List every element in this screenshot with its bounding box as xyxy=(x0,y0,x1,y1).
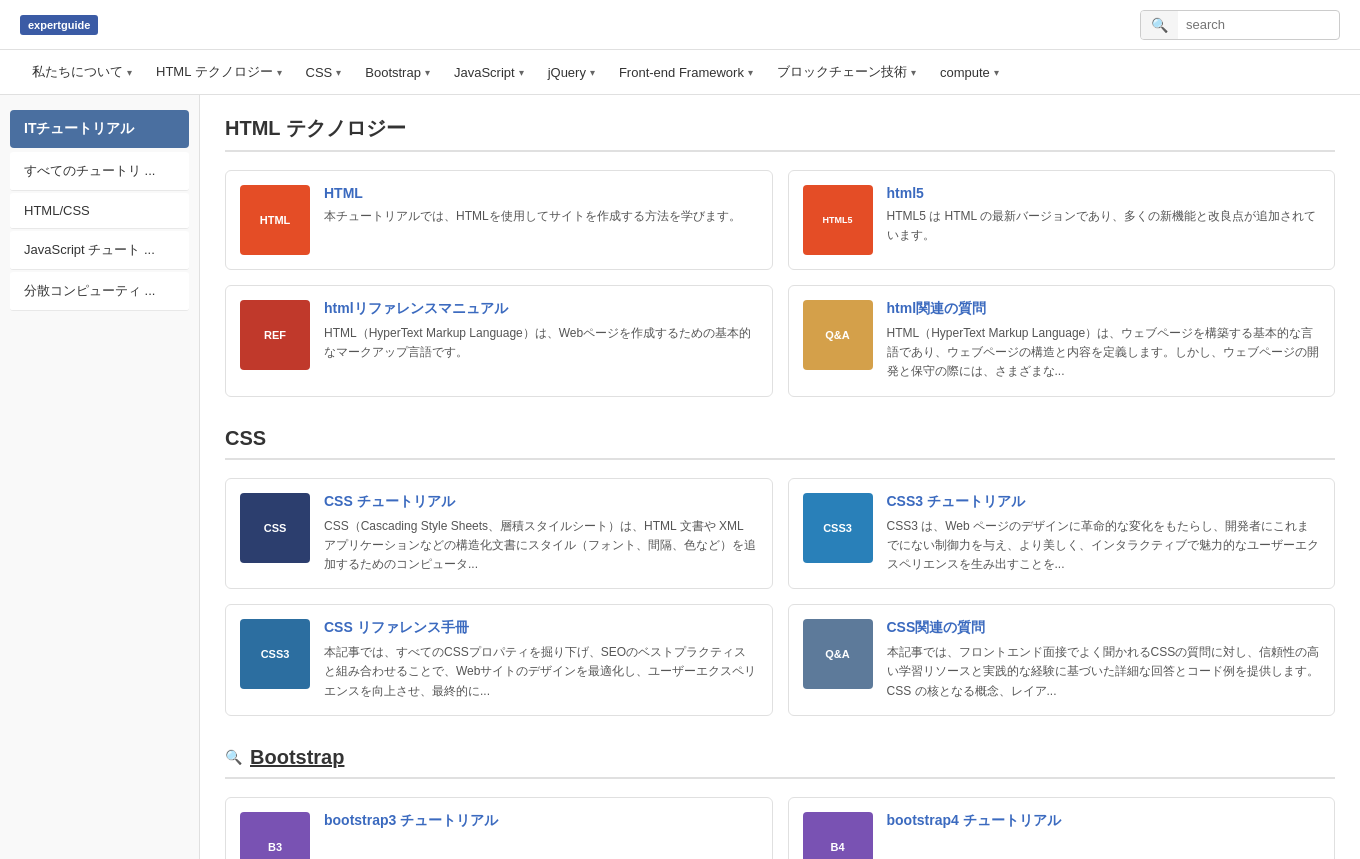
htmlref-card-desc: HTML（HyperText Markup Language）は、Webページを… xyxy=(324,324,758,362)
chevron-down-icon: ▾ xyxy=(425,67,430,78)
bootstrap4-card[interactable]: B4 bootstrap4 チュートリアル xyxy=(788,797,1336,859)
main-nav: 私たちについて ▾ HTML テクノロジー ▾ CSS ▾ Bootstrap … xyxy=(0,50,1360,95)
nav-item-javascript[interactable]: JavaScript ▾ xyxy=(442,50,536,94)
css-cards-grid: CSS CSS チュートリアル CSS（Cascading Style Shee… xyxy=(225,478,1335,716)
page-layout: ITチュートリアル すべてのチュートリ ... HTML/CSS JavaScr… xyxy=(0,95,1360,859)
chevron-down-icon: ▾ xyxy=(994,67,999,78)
sidebar-item-distributed[interactable]: 分散コンピューティ ... xyxy=(10,272,189,311)
html-card-desc: 本チュートリアルでは、HTMLを使用してサイトを作成する方法を学びます。 xyxy=(324,207,758,226)
search-icon: 🔍 xyxy=(225,749,242,765)
sidebar: ITチュートリアル すべてのチュートリ ... HTML/CSS JavaScr… xyxy=(0,95,200,859)
nav-item-compute[interactable]: compute ▾ xyxy=(928,50,1011,94)
sidebar-item-javascript[interactable]: JavaScript チュート ... xyxy=(10,231,189,270)
section-title-html: HTML テクノロジー xyxy=(225,115,1335,152)
sidebar-item-htmlcss[interactable]: HTML/CSS xyxy=(10,193,189,229)
cssqa-card-content: CSS関連の質問 本記事では、フロントエンド面接でよく聞かれるCSSの質問に対し… xyxy=(887,619,1321,701)
cssref-card-content: CSS リファレンス手冊 本記事では、すべてのCSSプロパティを掘り下げ、SEO… xyxy=(324,619,758,701)
nav-item-jquery[interactable]: jQuery ▾ xyxy=(536,50,607,94)
search-button[interactable]: 🔍 xyxy=(1141,11,1178,39)
css3-thumbnail: CSS3 xyxy=(803,493,873,563)
html-card-title: HTML xyxy=(324,185,758,201)
cssref-card-desc: 本記事では、すべてのCSSプロパティを掘り下げ、SEOのベストプラクティスと組み… xyxy=(324,643,758,701)
nav-item-bootstrap[interactable]: Bootstrap ▾ xyxy=(353,50,442,94)
cssqa-card-title: CSS関連の質問 xyxy=(887,619,1321,637)
html-section: HTML テクノロジー HTML HTML 本チュートリアルでは、HTMLを使用… xyxy=(225,115,1335,397)
bootstrap-cards-grid: B3 bootstrap3 チュートリアル B4 bootstrap4 チュート… xyxy=(225,797,1335,859)
css-thumbnail: CSS xyxy=(240,493,310,563)
search-input[interactable] xyxy=(1178,11,1328,38)
bootstrap3-card-title: bootstrap3 チュートリアル xyxy=(324,812,758,830)
html-card[interactable]: HTML HTML 本チュートリアルでは、HTMLを使用してサイトを作成する方法… xyxy=(225,170,773,270)
html5-card-title: html5 xyxy=(887,185,1321,201)
nav-item-html[interactable]: HTML テクノロジー ▾ xyxy=(144,50,294,94)
cssref-thumbnail: CSS3 xyxy=(240,619,310,689)
chevron-down-icon: ▾ xyxy=(748,67,753,78)
bootstrap3-card[interactable]: B3 bootstrap3 チュートリアル xyxy=(225,797,773,859)
chevron-down-icon: ▾ xyxy=(519,67,524,78)
search-box: 🔍 xyxy=(1140,10,1340,40)
nav-item-blockchain[interactable]: ブロックチェーン技術 ▾ xyxy=(765,50,928,94)
css-card-desc: CSS（Cascading Style Sheets、層積スタイルシート）は、H… xyxy=(324,517,758,575)
cssref-card-title: CSS リファレンス手冊 xyxy=(324,619,758,637)
css3-card-title: CSS3 チュートリアル xyxy=(887,493,1321,511)
chevron-down-icon: ▾ xyxy=(911,67,916,78)
cssqa-card-desc: 本記事では、フロントエンド面接でよく聞かれるCSSの質問に対し、信頼性の高い学習… xyxy=(887,643,1321,701)
html5-card[interactable]: HTML5 html5 HTML5 は HTML の最新バージョンであり、多くの… xyxy=(788,170,1336,270)
css-section: CSS CSS CSS チュートリアル CSS（Cascading Style … xyxy=(225,427,1335,716)
chevron-down-icon: ▾ xyxy=(277,67,282,78)
logo[interactable]: expertguide xyxy=(20,15,98,35)
sidebar-title[interactable]: ITチュートリアル xyxy=(10,110,189,148)
section-title-bootstrap: 🔍 Bootstrap xyxy=(225,746,1335,779)
section-title-css: CSS xyxy=(225,427,1335,460)
css3-card-content: CSS3 チュートリアル CSS3 は、Web ページのデザインに革命的な変化を… xyxy=(887,493,1321,575)
css-card-content: CSS チュートリアル CSS（Cascading Style Sheets、層… xyxy=(324,493,758,575)
css-card[interactable]: CSS CSS チュートリアル CSS（Cascading Style Shee… xyxy=(225,478,773,590)
htmlref-card-title: htmlリファレンスマニュアル xyxy=(324,300,758,318)
nav-item-frontend[interactable]: Front-end Framework ▾ xyxy=(607,50,765,94)
css-card-title: CSS チュートリアル xyxy=(324,493,758,511)
htmlref-thumbnail: REF xyxy=(240,300,310,370)
htmlqa-card[interactable]: Q&A html関連の質問 HTML（HyperText Markup Lang… xyxy=(788,285,1336,397)
html-cards-grid: HTML HTML 本チュートリアルでは、HTMLを使用してサイトを作成する方法… xyxy=(225,170,1335,397)
main-content: HTML テクノロジー HTML HTML 本チュートリアルでは、HTMLを使用… xyxy=(200,95,1360,859)
css3-card-desc: CSS3 は、Web ページのデザインに革命的な変化をもたらし、開発者にこれまで… xyxy=(887,517,1321,575)
bootstrap4-card-title: bootstrap4 チュートリアル xyxy=(887,812,1321,830)
htmlqa-thumbnail: Q&A xyxy=(803,300,873,370)
bootstrap-section: 🔍 Bootstrap B3 bootstrap3 チュートリアル xyxy=(225,746,1335,859)
html-thumbnail: HTML xyxy=(240,185,310,255)
cssqa-thumbnail: Q&A xyxy=(803,619,873,689)
htmlqa-card-title: html関連の質問 xyxy=(887,300,1321,318)
bootstrap3-card-content: bootstrap3 チュートリアル xyxy=(324,812,758,836)
htmlqa-card-desc: HTML（HyperText Markup Language）は、ウェブページを… xyxy=(887,324,1321,382)
html5-thumbnail: HTML5 xyxy=(803,185,873,255)
header: expertguide 🔍 xyxy=(0,0,1360,50)
bootstrap4-card-content: bootstrap4 チュートリアル xyxy=(887,812,1321,836)
html5-card-content: html5 HTML5 は HTML の最新バージョンであり、多くの新機能と改良… xyxy=(887,185,1321,245)
htmlqa-card-content: html関連の質問 HTML（HyperText Markup Language… xyxy=(887,300,1321,382)
htmlref-card-content: htmlリファレンスマニュアル HTML（HyperText Markup La… xyxy=(324,300,758,362)
chevron-down-icon: ▾ xyxy=(127,67,132,78)
html5-card-desc: HTML5 は HTML の最新バージョンであり、多くの新機能と改良点が追加され… xyxy=(887,207,1321,245)
css3-card[interactable]: CSS3 CSS3 チュートリアル CSS3 は、Web ページのデザインに革命… xyxy=(788,478,1336,590)
chevron-down-icon: ▾ xyxy=(590,67,595,78)
sidebar-item-all[interactable]: すべてのチュートリ ... xyxy=(10,152,189,191)
nav-item-css[interactable]: CSS ▾ xyxy=(294,50,354,94)
bootstrap3-thumbnail: B3 xyxy=(240,812,310,859)
cssref-card[interactable]: CSS3 CSS リファレンス手冊 本記事では、すべてのCSSプロパティを掘り下… xyxy=(225,604,773,716)
nav-item-about[interactable]: 私たちについて ▾ xyxy=(20,50,144,94)
chevron-down-icon: ▾ xyxy=(336,67,341,78)
cssqa-card[interactable]: Q&A CSS関連の質問 本記事では、フロントエンド面接でよく聞かれるCSSの質… xyxy=(788,604,1336,716)
htmlref-card[interactable]: REF htmlリファレンスマニュアル HTML（HyperText Marku… xyxy=(225,285,773,397)
bootstrap4-thumbnail: B4 xyxy=(803,812,873,859)
html-card-content: HTML 本チュートリアルでは、HTMLを使用してサイトを作成する方法を学びます… xyxy=(324,185,758,226)
